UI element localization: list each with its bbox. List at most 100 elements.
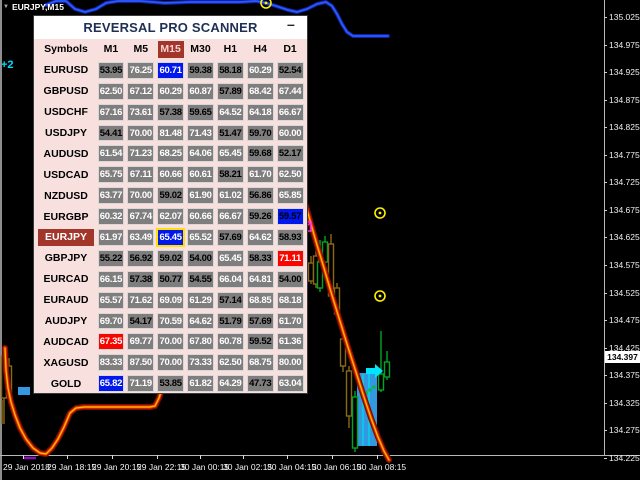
scanner-cell-gbpusd-d1[interactable]: 67.44 [276,82,304,100]
scanner-cell-audjpy-m15[interactable]: 70.59 [157,312,185,330]
symbol-label-audcad[interactable]: AUDCAD [36,331,96,352]
symbol-label-audusd[interactable]: AUDUSD [36,143,96,164]
column-header-h1[interactable]: H1 [215,39,245,60]
scanner-cell-audcad-h1[interactable]: 60.78 [216,333,244,351]
scanner-cell-usdchf-h4[interactable]: 64.18 [246,103,274,121]
scanner-cell-eurcad-m15[interactable]: 50.77 [157,270,185,288]
scanner-cell-eurgbp-m1[interactable]: 60.32 [97,208,125,226]
scanner-cell-xagusd-h4[interactable]: 68.75 [246,354,274,372]
scanner-cell-eurusd-h4[interactable]: 60.29 [246,61,274,79]
column-header-m15[interactable]: M15 [157,41,184,58]
scanner-cell-eurusd-d1[interactable]: 52.54 [276,61,304,79]
scanner-cell-gbpjpy-m15[interactable]: 59.02 [157,249,185,267]
scanner-cell-usdcad-m5[interactable]: 67.11 [127,166,155,184]
symbol-label-eurcad[interactable]: EURCAD [36,269,96,290]
scanner-cell-gold-d1[interactable]: 63.04 [276,375,304,393]
symbol-label-audjpy[interactable]: AUDJPY [36,311,96,332]
minimize-button[interactable]: – [287,16,295,32]
scanner-cell-usdcad-m30[interactable]: 60.61 [187,166,214,184]
scanner-cell-eurcad-h4[interactable]: 64.81 [246,270,274,288]
scanner-cell-audusd-m5[interactable]: 71.23 [127,145,155,163]
symbol-label-gbpjpy[interactable]: GBPJPY [36,248,96,269]
scanner-cell-nzdusd-m30[interactable]: 61.90 [187,187,214,205]
scanner-cell-usdchf-m1[interactable]: 67.16 [97,103,125,121]
scanner-cell-eurjpy-h1[interactable]: 57.69 [216,229,244,246]
scanner-cell-gbpjpy-h4[interactable]: 58.33 [246,249,274,267]
scanner-cell-eurusd-m5[interactable]: 76.25 [127,61,155,79]
scanner-cell-euraud-m15[interactable]: 69.09 [157,291,185,309]
scanner-cell-gbpusd-m1[interactable]: 62.50 [97,82,125,100]
scanner-cell-eurgbp-h4[interactable]: 59.26 [246,208,274,226]
scanner-cell-audusd-h1[interactable]: 65.45 [216,145,244,163]
scanner-cell-eurgbp-h1[interactable]: 66.67 [216,208,244,226]
scanner-cell-gbpjpy-m30[interactable]: 54.00 [187,249,214,267]
symbol-label-usdcad[interactable]: USDCAD [36,164,96,185]
scanner-cell-xagusd-m15[interactable]: 70.00 [157,354,185,372]
scanner-cell-usdcad-m15[interactable]: 60.66 [157,166,185,184]
scanner-cell-audcad-m15[interactable]: 70.00 [157,333,185,351]
scanner-cell-xagusd-d1[interactable]: 80.00 [276,354,304,372]
scanner-cell-audcad-m5[interactable]: 69.77 [127,333,155,351]
scanner-cell-gold-h4[interactable]: 47.73 [246,375,274,393]
scanner-cell-audjpy-d1[interactable]: 61.70 [276,312,304,330]
symbol-label-eurjpy[interactable]: EURJPY [38,229,94,246]
scanner-cell-euraud-m1[interactable]: 65.57 [97,291,125,309]
scanner-cell-usdjpy-m15[interactable]: 81.48 [157,124,185,142]
scanner-cell-xagusd-h1[interactable]: 62.50 [216,354,244,372]
scanner-cell-eurgbp-d1[interactable]: 59.57 [276,208,304,226]
scanner-cell-eurjpy-m30[interactable]: 65.52 [187,229,214,246]
scanner-cell-eurcad-h1[interactable]: 66.04 [216,270,244,288]
scanner-cell-audusd-m15[interactable]: 68.25 [157,145,185,163]
scanner-cell-nzdusd-m5[interactable]: 70.00 [127,187,155,205]
symbol-label-xagusd[interactable]: XAGUSD [36,352,96,373]
scanner-cell-eurcad-m1[interactable]: 66.15 [97,270,125,288]
scanner-cell-gbpjpy-h1[interactable]: 65.45 [216,249,244,267]
scanner-cell-gbpjpy-m1[interactable]: 55.22 [97,249,125,267]
scanner-cell-eurcad-m5[interactable]: 57.38 [127,270,155,288]
column-header-m1[interactable]: M1 [96,39,126,60]
scanner-cell-gbpusd-h1[interactable]: 57.89 [216,82,244,100]
scanner-cell-euraud-m30[interactable]: 61.29 [187,291,214,309]
scanner-cell-usdcad-d1[interactable]: 62.50 [276,166,304,184]
scanner-cell-gold-m5[interactable]: 71.19 [127,375,155,393]
scanner-cell-usdcad-m1[interactable]: 65.75 [97,166,125,184]
scanner-cell-gold-m15[interactable]: 53.85 [157,375,185,393]
scanner-cell-eurcad-m30[interactable]: 54.55 [187,270,214,288]
scanner-cell-gbpusd-m5[interactable]: 67.12 [127,82,155,100]
scanner-cell-audjpy-h4[interactable]: 57.69 [246,312,274,330]
scanner-cell-gbpjpy-m5[interactable]: 56.92 [127,249,155,267]
scanner-cell-usdcad-h1[interactable]: 58.21 [216,166,244,184]
scanner-cell-eurjpy-m1[interactable]: 61.97 [97,229,125,246]
scanner-cell-usdjpy-h4[interactable]: 59.70 [246,124,274,142]
scanner-cell-gbpusd-h4[interactable]: 68.42 [246,82,274,100]
scanner-cell-usdchf-m5[interactable]: 73.61 [127,103,155,121]
scanner-cell-eurjpy-m5[interactable]: 63.49 [127,229,155,246]
scanner-cell-eurjpy-m15[interactable]: 65.45 [156,228,186,247]
scanner-cell-gbpusd-m15[interactable]: 60.29 [157,82,185,100]
chart-symbol-label[interactable]: ▼ EURJPY,M15 [3,2,64,12]
scanner-cell-gold-h1[interactable]: 64.29 [216,375,244,393]
symbol-label-gbpusd[interactable]: GBPUSD [36,81,96,102]
scanner-cell-xagusd-m1[interactable]: 83.33 [97,354,125,372]
scanner-cell-audusd-m1[interactable]: 61.54 [97,145,125,163]
scanner-cell-eurusd-m1[interactable]: 53.95 [97,61,125,79]
scanner-cell-eurusd-h1[interactable]: 58.18 [216,61,244,79]
scanner-cell-euraud-h1[interactable]: 57.14 [216,291,244,309]
scanner-cell-usdjpy-h1[interactable]: 51.47 [216,124,244,142]
scanner-cell-usdjpy-m1[interactable]: 54.41 [97,124,125,142]
scanner-cell-gbpusd-m30[interactable]: 60.87 [187,82,214,100]
scanner-cell-usdchf-m30[interactable]: 59.65 [187,103,214,121]
scanner-cell-audjpy-m30[interactable]: 64.62 [187,312,214,330]
scanner-cell-eurjpy-d1[interactable]: 58.93 [276,229,304,246]
scanner-cell-eurusd-m30[interactable]: 59.38 [187,61,214,79]
scanner-cell-euraud-d1[interactable]: 68.18 [276,291,304,309]
symbol-label-usdchf[interactable]: USDCHF [36,102,96,123]
scanner-cell-euraud-h4[interactable]: 68.85 [246,291,274,309]
scanner-cell-audjpy-h1[interactable]: 51.79 [216,312,244,330]
scanner-cell-audcad-m30[interactable]: 67.80 [187,333,214,351]
scanner-cell-eurcad-d1[interactable]: 54.00 [276,270,304,288]
scanner-cell-audusd-d1[interactable]: 52.17 [276,145,304,163]
scanner-cell-audcad-d1[interactable]: 61.36 [276,333,304,351]
column-header-m5[interactable]: M5 [126,39,156,60]
scanner-cell-usdjpy-d1[interactable]: 60.00 [276,124,304,142]
